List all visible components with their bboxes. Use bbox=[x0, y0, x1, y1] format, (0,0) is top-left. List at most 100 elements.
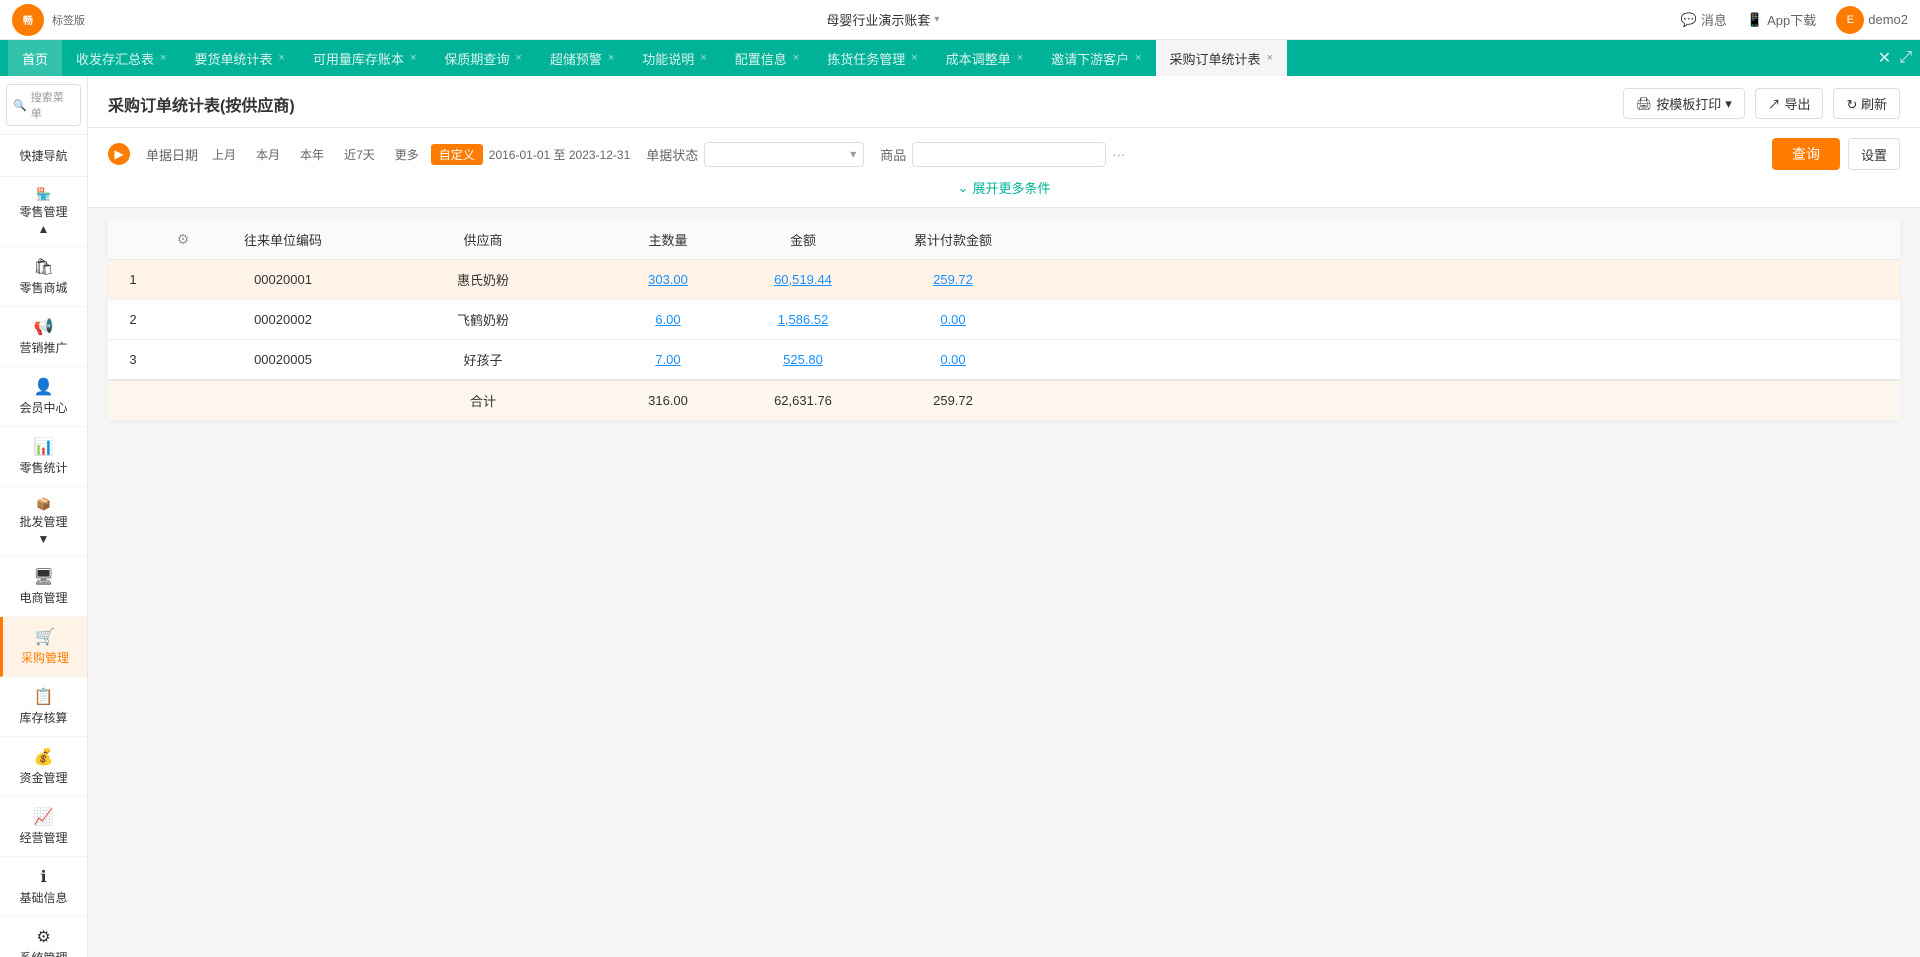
user-profile[interactable]: E demo2 bbox=[1836, 6, 1908, 34]
footer-paid: 259.72 bbox=[878, 380, 1028, 421]
sidebar-item-retail-stat[interactable]: 📊 零售统计 bbox=[0, 427, 87, 487]
close-tab-jianhuo[interactable]: × bbox=[911, 52, 917, 64]
filter-expand-row: ⌄ 展开更多条件 bbox=[108, 178, 1900, 197]
sidebar-item-purchase[interactable]: 🛒 采购管理 bbox=[0, 617, 87, 677]
sidebar-item-ecommerce[interactable]: 🖥 电商管理 bbox=[0, 557, 87, 617]
tab-home[interactable]: 首页 bbox=[8, 40, 62, 76]
export-btn[interactable]: ↗ 导出 bbox=[1755, 88, 1824, 119]
cell-extra-1 bbox=[1028, 260, 1900, 300]
shortcut-7days[interactable]: 近7天 bbox=[336, 144, 383, 165]
cell-check-1 bbox=[158, 260, 208, 300]
sidebar-item-wholesale-mgmt[interactable]: 📦 批发管理 ▼ bbox=[0, 487, 87, 557]
sidebar-item-label-operations: 经营管理 bbox=[19, 829, 67, 846]
query-btn[interactable]: 查询 bbox=[1772, 138, 1840, 170]
cell-amount-2: 1,586.52 bbox=[728, 300, 878, 340]
tab-caigou-active[interactable]: 采购订单统计表 × bbox=[1156, 40, 1287, 76]
close-tab-baozhi[interactable]: × bbox=[515, 52, 521, 64]
filter-toggle-btn[interactable]: ▶ bbox=[108, 143, 130, 165]
goods-more-icon[interactable]: ··· bbox=[1112, 147, 1125, 162]
amount-link-1[interactable]: 60,519.44 bbox=[774, 272, 832, 287]
app-download-btn[interactable]: 📱 App下载 bbox=[1747, 10, 1816, 29]
quick-nav-btn[interactable]: 快捷导航 bbox=[6, 143, 81, 168]
sidebar-item-member[interactable]: 👤 会员中心 bbox=[0, 367, 87, 427]
message-btn[interactable]: 💬 消息 bbox=[1681, 10, 1727, 29]
paid-link-2[interactable]: 0.00 bbox=[940, 312, 965, 327]
tab-keyongliang[interactable]: 可用量库存账本 × bbox=[299, 40, 430, 76]
paid-link-3[interactable]: 0.00 bbox=[940, 352, 965, 367]
finance-icon: 💰 bbox=[34, 747, 54, 767]
message-label: 消息 bbox=[1701, 10, 1727, 29]
shortcut-custom[interactable]: 自定义 bbox=[431, 144, 483, 165]
cell-amount-1: 60,519.44 bbox=[728, 260, 878, 300]
operations-icon: 📈 bbox=[34, 807, 54, 827]
maximize-btn[interactable]: ⤢ bbox=[1899, 49, 1912, 67]
col-header-num bbox=[108, 220, 158, 260]
sidebar-item-operations[interactable]: 📈 经营管理 bbox=[0, 797, 87, 857]
close-tab-peizhi[interactable]: × bbox=[793, 52, 799, 64]
tab-peizhi[interactable]: 配置信息 × bbox=[721, 40, 813, 76]
tab-yaoqing[interactable]: 邀请下游客户 × bbox=[1037, 40, 1155, 76]
sidebar-item-retail-mgmt[interactable]: 🏪 零售管理 ▲ bbox=[0, 177, 87, 247]
cell-supplier-1: 惠氏奶粉 bbox=[358, 260, 608, 300]
sidebar-item-label-retail-stat: 零售统计 bbox=[19, 459, 67, 476]
status-select[interactable] bbox=[704, 142, 864, 167]
tab-baozhi[interactable]: 保质期查询 × bbox=[430, 40, 535, 76]
close-tab-shoufasun[interactable]: × bbox=[160, 52, 166, 64]
tab-chengben[interactable]: 成本调整单 × bbox=[932, 40, 1037, 76]
close-tab-chengben[interactable]: × bbox=[1017, 52, 1023, 64]
tab-gongneng[interactable]: 功能说明 × bbox=[628, 40, 720, 76]
filter-goods-item: 商品 ··· bbox=[880, 142, 1125, 167]
close-tab-keyongliang[interactable]: × bbox=[410, 52, 416, 64]
paid-link-1[interactable]: 259.72 bbox=[933, 272, 973, 287]
workspace-arrow: ▾ bbox=[934, 14, 939, 25]
retail-shop-icon: 🛍 bbox=[33, 257, 53, 277]
cell-paid-2: 0.00 bbox=[878, 300, 1028, 340]
close-tab-caigou[interactable]: × bbox=[1267, 52, 1273, 64]
sidebar-item-retail-shop[interactable]: 🛍 零售商城 bbox=[0, 247, 87, 307]
expand-more-btn[interactable]: ⌄ 展开更多条件 bbox=[958, 178, 1051, 197]
close-all-tabs-btn[interactable]: ✕ bbox=[1878, 48, 1891, 68]
filter-settings-btn[interactable]: 设置 bbox=[1848, 138, 1900, 170]
column-settings-icon[interactable]: ⚙ bbox=[177, 231, 190, 247]
expand-label: 展开更多条件 bbox=[972, 178, 1050, 197]
amount-link-2[interactable]: 1,586.52 bbox=[778, 312, 829, 327]
refresh-btn[interactable]: ↻ 刷新 bbox=[1833, 88, 1900, 119]
sidebar-item-label-marketing: 营销推广 bbox=[19, 339, 67, 356]
print-btn[interactable]: 🖨 按模板打印 ▾ bbox=[1623, 88, 1745, 119]
sidebar-search-btn[interactable]: 🔍 搜索菜单 bbox=[6, 84, 81, 126]
cell-paid-3: 0.00 bbox=[878, 340, 1028, 381]
close-tab-gongneng[interactable]: × bbox=[700, 52, 706, 64]
shortcut-this-month[interactable]: 本月 bbox=[248, 144, 288, 165]
goods-input[interactable] bbox=[912, 142, 1106, 167]
close-tab-yaohuo[interactable]: × bbox=[278, 52, 284, 64]
tab-chaochu[interactable]: 超储预警 × bbox=[536, 40, 628, 76]
filter-status-item: 单据状态 bbox=[646, 142, 864, 167]
shortcut-last-month[interactable]: 上月 bbox=[204, 144, 244, 165]
sidebar-item-marketing[interactable]: 📢 营销推广 bbox=[0, 307, 87, 367]
date-shortcuts: 上月 本月 本年 近7天 更多 自定义 bbox=[204, 144, 483, 165]
sidebar-item-inventory[interactable]: 📋 库存核算 bbox=[0, 677, 87, 737]
qty-link-2[interactable]: 6.00 bbox=[655, 312, 680, 327]
shortcut-this-year[interactable]: 本年 bbox=[292, 144, 332, 165]
tab-shoufasun[interactable]: 收发存汇总表 × bbox=[62, 40, 180, 76]
print-icon: 🖨 bbox=[1636, 96, 1653, 112]
tab-yaohuo[interactable]: 要货单统计表 × bbox=[180, 40, 298, 76]
close-tab-yaoqing[interactable]: × bbox=[1135, 52, 1141, 64]
qty-link-3[interactable]: 7.00 bbox=[655, 352, 680, 367]
sidebar-item-finance[interactable]: 💰 资金管理 bbox=[0, 737, 87, 797]
nav-tabs: 首页 收发存汇总表 × 要货单统计表 × 可用量库存账本 × 保质期查询 × 超… bbox=[0, 40, 1920, 76]
workspace-selector[interactable]: 母婴行业演示账套 ▾ bbox=[826, 10, 939, 29]
sidebar-item-system[interactable]: ⚙ 系统管理 bbox=[0, 917, 87, 957]
date-separator: 至 bbox=[554, 148, 569, 162]
shortcut-more[interactable]: 更多 bbox=[387, 144, 427, 165]
sidebar-item-basic-info[interactable]: ℹ 基础信息 bbox=[0, 857, 87, 917]
tab-jianhuo[interactable]: 拣货任务管理 × bbox=[813, 40, 931, 76]
query-actions: 查询 设置 bbox=[1772, 138, 1900, 170]
close-tab-chaochu[interactable]: × bbox=[608, 52, 614, 64]
logo-icon: 畅 bbox=[12, 4, 44, 36]
cell-extra-3 bbox=[1028, 340, 1900, 381]
amount-link-3[interactable]: 525.80 bbox=[783, 352, 823, 367]
qty-link-1[interactable]: 303.00 bbox=[648, 272, 688, 287]
cell-num-2: 2 bbox=[108, 300, 158, 340]
cell-num-3: 3 bbox=[108, 340, 158, 381]
